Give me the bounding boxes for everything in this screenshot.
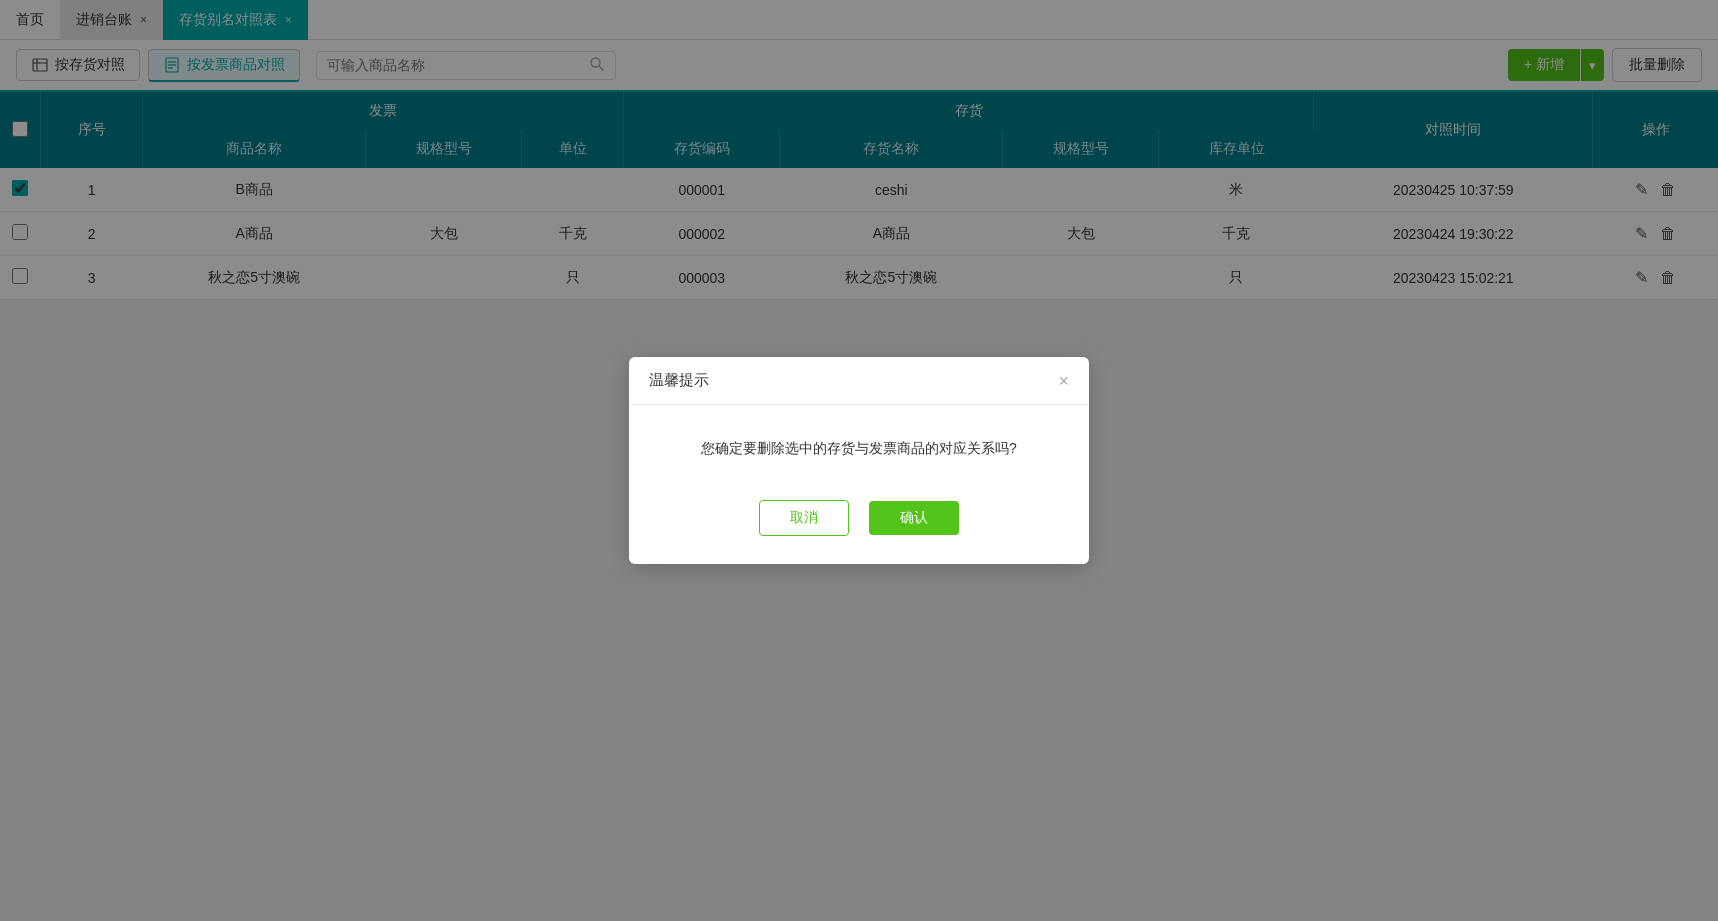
- dialog-overlay: 温馨提示 × 您确定要删除选中的存货与发票商品的对应关系吗? 取消 确认: [0, 0, 1718, 300]
